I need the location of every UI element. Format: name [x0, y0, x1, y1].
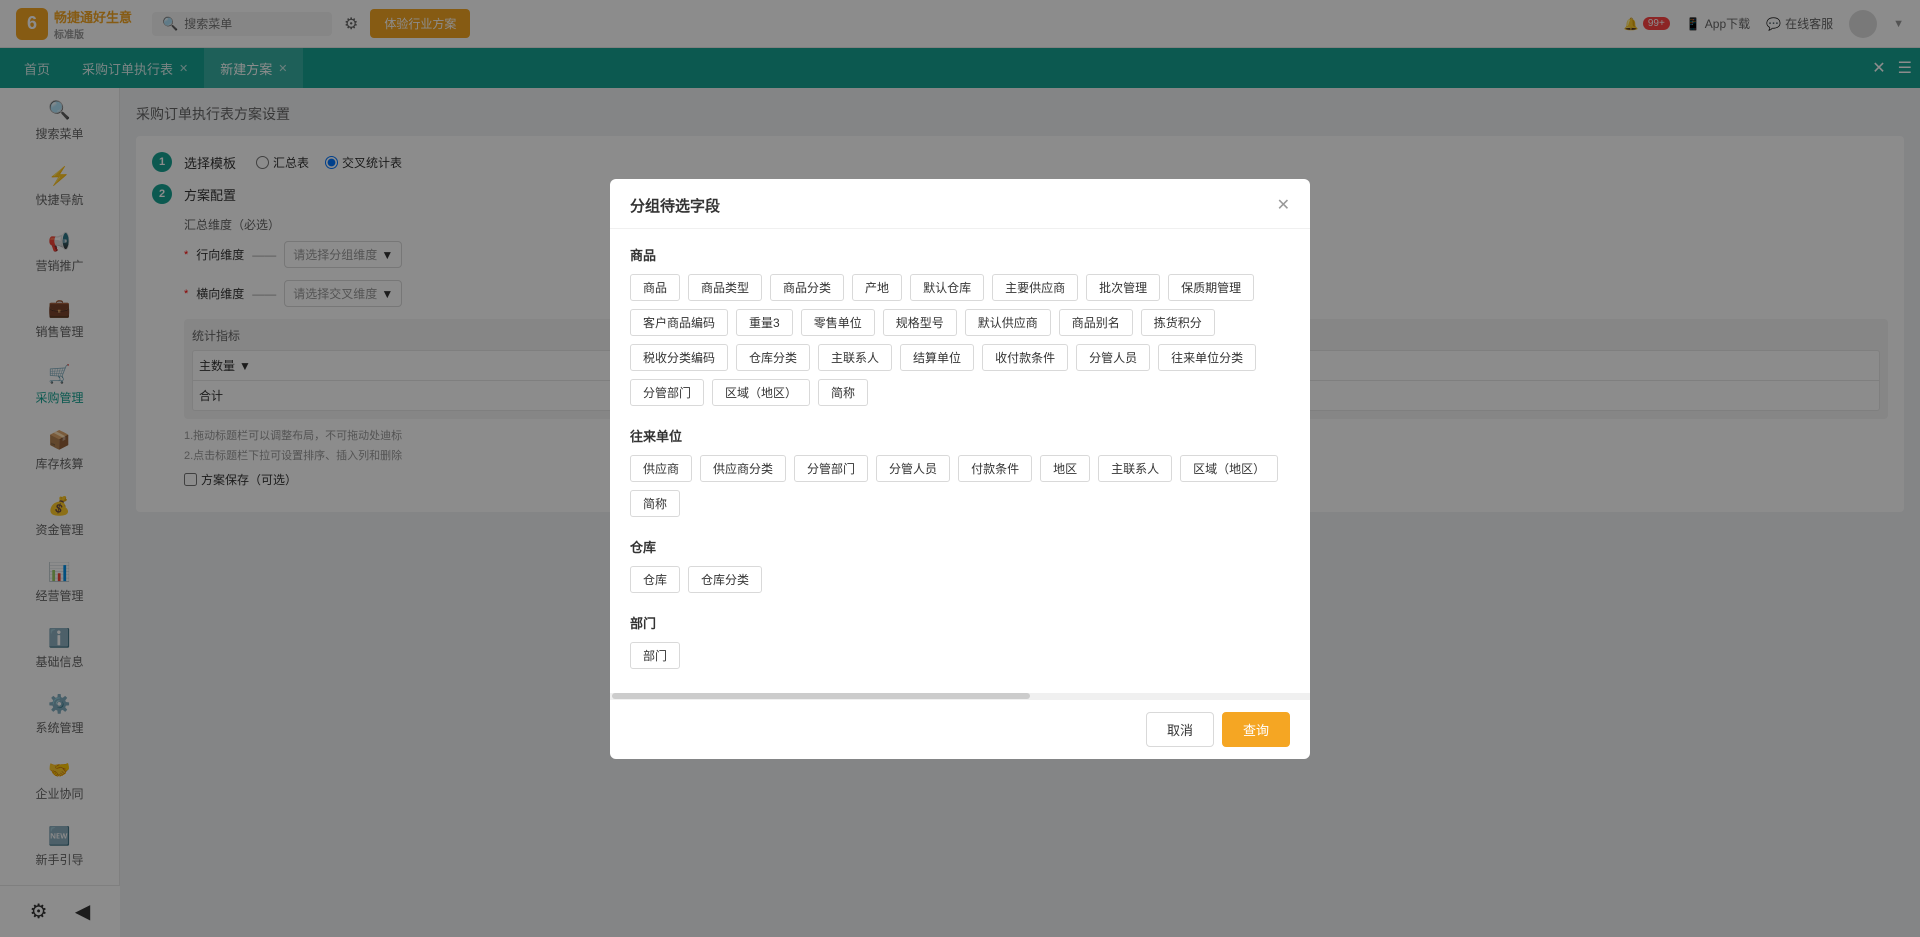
modal-close-btn[interactable]: ✕ [1277, 195, 1290, 215]
warehouse-tags: 仓库 仓库分类 [630, 566, 1290, 593]
tag-partner-2[interactable]: 供应商分类 [700, 455, 786, 482]
goods-tags: 商品 商品类型 商品分类 产地 默认仓库 主要供应商 批次管理 保质期管理 客户… [630, 274, 1290, 406]
tag-dept-1[interactable]: 部门 [630, 642, 680, 669]
tag-goods-5[interactable]: 默认仓库 [910, 274, 984, 301]
tag-partner-9[interactable]: 简称 [630, 490, 680, 517]
modal-footer: 取消 查询 [610, 699, 1310, 759]
tag-goods-24[interactable]: 区域（地区） [712, 379, 810, 406]
tag-goods-22[interactable]: 往来单位分类 [1158, 344, 1256, 371]
tag-goods-13[interactable]: 默认供应商 [965, 309, 1051, 336]
tag-warehouse-2[interactable]: 仓库分类 [688, 566, 762, 593]
modal-header: 分组待选字段 ✕ [610, 179, 1310, 229]
field-select-modal: 分组待选字段 ✕ 商品 商品 商品类型 商品分类 产地 默认仓库 主要供应商 批… [610, 179, 1310, 759]
tag-goods-25[interactable]: 简称 [818, 379, 868, 406]
tag-warehouse-1[interactable]: 仓库 [630, 566, 680, 593]
section-goods-title: 商品 [630, 245, 1290, 264]
section-department: 部门 部门 [630, 613, 1290, 669]
partner-tags: 供应商 供应商分类 分管部门 分管人员 付款条件 地区 主联系人 区域（地区） … [630, 455, 1290, 517]
tag-goods-6[interactable]: 主要供应商 [992, 274, 1078, 301]
tag-partner-3[interactable]: 分管部门 [794, 455, 868, 482]
tag-goods-10[interactable]: 重量3 [736, 309, 793, 336]
tag-goods-21[interactable]: 分管人员 [1076, 344, 1150, 371]
modal-confirm-btn[interactable]: 查询 [1222, 712, 1290, 747]
tag-goods-23[interactable]: 分管部门 [630, 379, 704, 406]
tag-goods-14[interactable]: 商品别名 [1059, 309, 1133, 336]
section-warehouse-title: 仓库 [630, 537, 1290, 556]
tag-partner-8[interactable]: 区域（地区） [1180, 455, 1278, 482]
tag-partner-5[interactable]: 付款条件 [958, 455, 1032, 482]
dept-tags: 部门 [630, 642, 1290, 669]
tag-partner-7[interactable]: 主联系人 [1098, 455, 1172, 482]
tag-goods-3[interactable]: 商品分类 [770, 274, 844, 301]
tag-goods-8[interactable]: 保质期管理 [1168, 274, 1254, 301]
tag-partner-6[interactable]: 地区 [1040, 455, 1090, 482]
tag-goods-18[interactable]: 主联系人 [818, 344, 892, 371]
tag-goods-15[interactable]: 拣货积分 [1141, 309, 1215, 336]
tag-goods-2[interactable]: 商品类型 [688, 274, 762, 301]
section-partner-title: 往来单位 [630, 426, 1290, 445]
section-partner: 往来单位 供应商 供应商分类 分管部门 分管人员 付款条件 地区 主联系人 区域… [630, 426, 1290, 517]
modal-cancel-btn[interactable]: 取消 [1146, 712, 1214, 747]
modal-body[interactable]: 商品 商品 商品类型 商品分类 产地 默认仓库 主要供应商 批次管理 保质期管理… [610, 229, 1310, 693]
section-warehouse: 仓库 仓库 仓库分类 [630, 537, 1290, 593]
tag-goods-20[interactable]: 收付款条件 [982, 344, 1068, 371]
tag-partner-1[interactable]: 供应商 [630, 455, 692, 482]
tag-goods-7[interactable]: 批次管理 [1086, 274, 1160, 301]
section-dept-title: 部门 [630, 613, 1290, 632]
tag-partner-4[interactable]: 分管人员 [876, 455, 950, 482]
tag-goods-12[interactable]: 规格型号 [883, 309, 957, 336]
modal-overlay: 分组待选字段 ✕ 商品 商品 商品类型 商品分类 产地 默认仓库 主要供应商 批… [0, 0, 1920, 937]
tag-goods-4[interactable]: 产地 [852, 274, 902, 301]
section-goods: 商品 商品 商品类型 商品分类 产地 默认仓库 主要供应商 批次管理 保质期管理… [630, 245, 1290, 406]
tag-goods-1[interactable]: 商品 [630, 274, 680, 301]
tag-goods-19[interactable]: 结算单位 [900, 344, 974, 371]
modal-title: 分组待选字段 [630, 195, 720, 216]
tag-goods-9[interactable]: 客户商品编码 [630, 309, 728, 336]
tag-goods-16[interactable]: 税收分类编码 [630, 344, 728, 371]
tag-goods-17[interactable]: 仓库分类 [736, 344, 810, 371]
tag-goods-11[interactable]: 零售单位 [801, 309, 875, 336]
